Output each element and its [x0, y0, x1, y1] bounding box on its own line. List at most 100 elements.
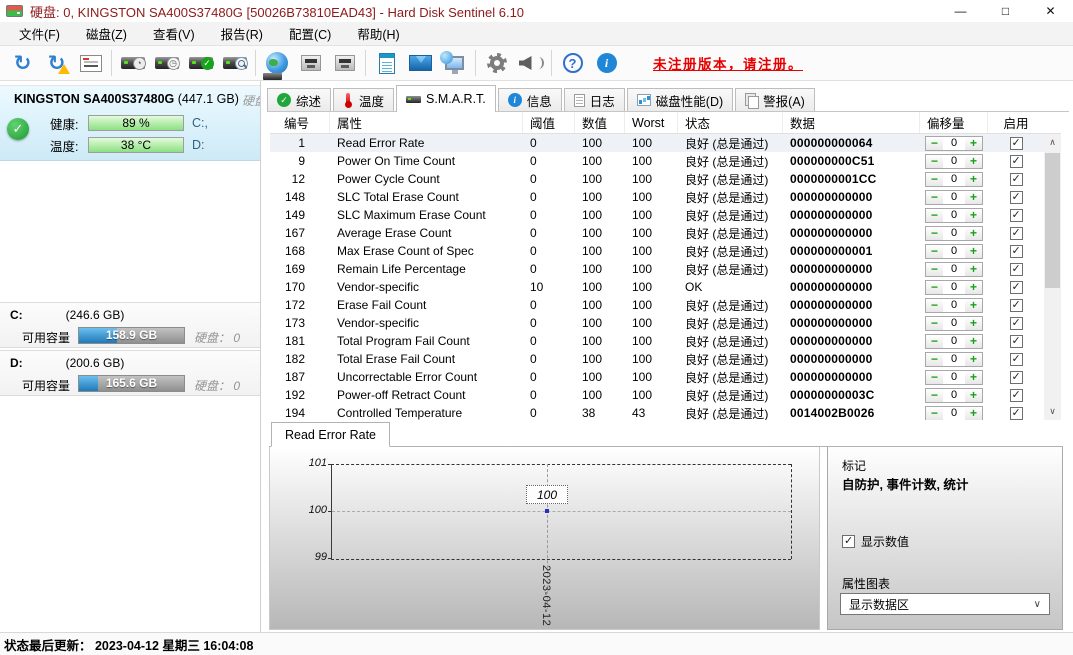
header-offset[interactable]: 偏移量	[920, 112, 988, 133]
header-id[interactable]: 编号	[270, 112, 330, 133]
offset-decrease-button[interactable]	[926, 317, 943, 330]
disk-performance-button[interactable]	[117, 49, 148, 78]
scroll-down-icon[interactable]	[1044, 403, 1061, 420]
menu-help[interactable]: 帮助(H)	[344, 20, 412, 47]
chart-mode-select[interactable]: 显示数据区	[840, 593, 1050, 615]
enabled-checkbox[interactable]	[1010, 407, 1023, 420]
header-threshold[interactable]: 阈值	[523, 112, 575, 133]
offset-decrease-button[interactable]	[926, 209, 943, 222]
table-row[interactable]: 170 Vendor-specific 10 100 100 OK 000000…	[270, 278, 1044, 296]
enabled-checkbox[interactable]	[1010, 389, 1023, 402]
register-link[interactable]: 未注册版本，请注册。	[653, 53, 803, 73]
enabled-checkbox[interactable]	[1010, 227, 1023, 240]
table-row[interactable]: 192 Power-off Retract Count 0 100 100 良好…	[270, 386, 1044, 404]
table-row[interactable]: 187 Uncorrectable Error Count 0 100 100 …	[270, 368, 1044, 386]
table-row[interactable]: 148 SLC Total Erase Count 0 100 100 良好 (…	[270, 188, 1044, 206]
header-value[interactable]: 数值	[575, 112, 625, 133]
table-row[interactable]: 167 Average Erase Count 0 100 100 良好 (总是…	[270, 224, 1044, 242]
tab-smart[interactable]: S.M.A.R.T.	[396, 85, 496, 112]
offset-decrease-button[interactable]	[926, 173, 943, 186]
offset-increase-button[interactable]	[965, 155, 982, 168]
header-enabled[interactable]: 启用	[988, 112, 1044, 133]
remote-monitor-button[interactable]	[439, 49, 470, 78]
table-row[interactable]: 169 Remain Life Percentage 0 100 100 良好 …	[270, 260, 1044, 278]
enabled-checkbox[interactable]	[1010, 299, 1023, 312]
network-disk-button[interactable]	[261, 49, 292, 78]
offset-increase-button[interactable]	[965, 371, 982, 384]
enabled-checkbox[interactable]	[1010, 317, 1023, 330]
log-button[interactable]	[371, 49, 402, 78]
offset-decrease-button[interactable]	[926, 245, 943, 258]
offset-increase-button[interactable]	[965, 209, 982, 222]
menu-disk[interactable]: 磁盘(Z)	[73, 20, 140, 47]
offset-decrease-button[interactable]	[926, 371, 943, 384]
maximize-button[interactable]: □	[983, 4, 1028, 18]
settings-button[interactable]	[481, 49, 512, 78]
enabled-checkbox[interactable]	[1010, 281, 1023, 294]
table-scrollbar[interactable]	[1044, 134, 1061, 420]
disk-test-button[interactable]	[185, 49, 216, 78]
scroll-up-icon[interactable]	[1044, 134, 1061, 151]
offset-increase-button[interactable]	[965, 137, 982, 150]
help-button[interactable]	[557, 49, 588, 78]
enabled-checkbox[interactable]	[1010, 137, 1023, 150]
offset-increase-button[interactable]	[965, 389, 982, 402]
disk-surface-test-button[interactable]	[219, 49, 250, 78]
report-button[interactable]	[75, 49, 106, 78]
table-row[interactable]: 1 Read Error Rate 0 100 100 良好 (总是通过) 00…	[270, 134, 1044, 152]
enabled-checkbox[interactable]	[1010, 353, 1023, 366]
enabled-checkbox[interactable]	[1010, 245, 1023, 258]
offset-increase-button[interactable]	[965, 245, 982, 258]
enabled-checkbox[interactable]	[1010, 209, 1023, 222]
table-row[interactable]: 9 Power On Time Count 0 100 100 良好 (总是通过…	[270, 152, 1044, 170]
menu-view[interactable]: 查看(V)	[140, 20, 208, 47]
offset-increase-button[interactable]	[965, 263, 982, 276]
offset-increase-button[interactable]	[965, 227, 982, 240]
tab-temperature[interactable]: 温度	[333, 88, 394, 111]
attribute-chart-tab[interactable]: Read Error Rate	[271, 422, 390, 447]
table-row[interactable]: 194 Controlled Temperature 0 38 43 良好 (总…	[270, 404, 1044, 420]
offset-decrease-button[interactable]	[926, 191, 943, 204]
table-row[interactable]: 182 Total Erase Fail Count 0 100 100 良好 …	[270, 350, 1044, 368]
disk-eject-button[interactable]	[295, 49, 326, 78]
header-status[interactable]: 状态	[678, 112, 783, 133]
tab-log[interactable]: 日志	[564, 88, 625, 111]
table-row[interactable]: 12 Power Cycle Count 0 100 100 良好 (总是通过)…	[270, 170, 1044, 188]
offset-decrease-button[interactable]	[926, 299, 943, 312]
menu-file[interactable]: 文件(F)	[6, 20, 73, 47]
enabled-checkbox[interactable]	[1010, 335, 1023, 348]
refresh-button[interactable]	[7, 49, 38, 78]
tab-disk-performance[interactable]: 磁盘性能(D)	[627, 88, 733, 111]
enabled-checkbox[interactable]	[1010, 155, 1023, 168]
offset-increase-button[interactable]	[965, 353, 982, 366]
header-worst[interactable]: Worst	[625, 112, 678, 133]
table-row[interactable]: 149 SLC Maximum Erase Count 0 100 100 良好…	[270, 206, 1044, 224]
offset-increase-button[interactable]	[965, 317, 982, 330]
disk-insert-button[interactable]	[329, 49, 360, 78]
table-row[interactable]: 172 Erase Fail Count 0 100 100 良好 (总是通过)…	[270, 296, 1044, 314]
offset-decrease-button[interactable]	[926, 353, 943, 366]
disk-schedule-button[interactable]	[151, 49, 182, 78]
header-attribute[interactable]: 属性	[330, 112, 523, 133]
offset-decrease-button[interactable]	[926, 155, 943, 168]
offset-increase-button[interactable]	[965, 299, 982, 312]
offset-decrease-button[interactable]	[926, 407, 943, 420]
mail-report-button[interactable]	[405, 49, 436, 78]
offset-decrease-button[interactable]	[926, 389, 943, 402]
tab-overview[interactable]: 综述	[267, 88, 331, 111]
tab-alerts[interactable]: 警报(A)	[735, 88, 815, 111]
partition-panel-c[interactable]: C: (246.6 GB) 可用容量 158.9 GB 硬盘： 0	[0, 302, 260, 348]
table-row[interactable]: 173 Vendor-specific 0 100 100 良好 (总是通过) …	[270, 314, 1044, 332]
menu-config[interactable]: 配置(C)	[276, 20, 344, 47]
enabled-checkbox[interactable]	[1010, 371, 1023, 384]
about-button[interactable]	[591, 49, 622, 78]
scrollbar-thumb[interactable]	[1045, 153, 1060, 288]
sound-settings-button[interactable]	[515, 49, 546, 78]
offset-increase-button[interactable]	[965, 335, 982, 348]
offset-increase-button[interactable]	[965, 191, 982, 204]
minimize-button[interactable]: —	[938, 4, 983, 18]
close-button[interactable]: ✕	[1028, 4, 1073, 18]
device-panel[interactable]: KINGSTON SA400S37480G (447.1 GB) 硬盘 健康: …	[0, 85, 260, 161]
partition-panel-d[interactable]: D: (200.6 GB) 可用容量 165.6 GB 硬盘： 0	[0, 350, 260, 396]
enabled-checkbox[interactable]	[1010, 263, 1023, 276]
